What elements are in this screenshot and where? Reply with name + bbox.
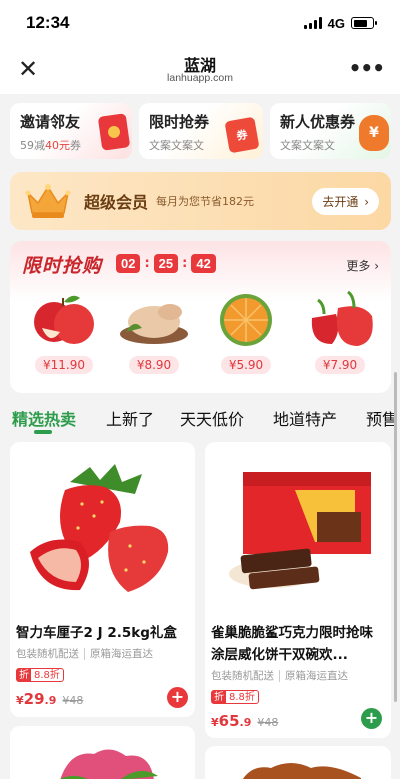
shipping-tag: 原箱海运直达 [279,670,348,682]
product-shipping-info: 包装随机配送 原箱海运直达 [211,668,348,683]
discount-badge: 折 8.8折 [211,690,259,704]
timer-hours: 02 [116,254,141,273]
vip-banner[interactable]: 超级会员 每月为您节省182元 去开通 › [10,172,391,230]
tab-daily-low-price[interactable]: 天天低价 [180,406,244,430]
scrollbar[interactable] [394,372,397,702]
status-bar: 12:34 4G [0,0,400,46]
product-card[interactable] [205,746,391,779]
timer-seconds: 42 [191,254,216,273]
product-name: 智力车厘子2 J 2.5kg礼盒 [16,625,177,641]
discount-value: 8.8折 [229,691,255,703]
flash-item-price: ¥11.90 [35,356,93,374]
flash-sale-section: 限时抢购 02 : 25 : 42 更多 › ¥11.90 ¥8.90 ¥5.9… [10,241,391,393]
vip-button-label: 去开通 [322,194,359,209]
discount-label: 折 [17,669,31,681]
product-price: ¥65.9 ¥48 [211,712,279,730]
signal-icon [303,17,322,29]
tab-local-specialty[interactable]: 地道特产 [273,406,337,430]
discount-value: 8.8折 [34,669,60,681]
network-type: 4G [327,15,345,31]
nav-bar: ✕ 蓝湖 lanhuapp.com ••• [0,46,400,94]
add-to-cart-button[interactable]: + [167,687,188,708]
vip-subtitle: 每月为您节省182元 [156,195,255,208]
money-bag-icon: ¥ [359,115,389,151]
original-price: ¥48 [62,694,84,707]
flash-item-apple[interactable]: ¥11.90 [24,288,104,374]
red-pepper-image [302,288,378,350]
rose-image [50,740,160,779]
promo-flash-coupon[interactable]: 限时抢券 文案文案文 券 [139,103,263,159]
timer-separator: : [182,256,188,271]
battery-level [353,19,367,27]
flash-item-pepper[interactable]: ¥7.90 [300,288,380,374]
product-card[interactable] [10,726,195,779]
flash-item-chicken[interactable]: ¥8.90 [114,288,194,374]
active-tab-indicator [34,430,52,434]
chicken-image [116,288,192,350]
flash-sale-more-link[interactable]: 更多 › [346,257,379,274]
promo-invite[interactable]: 邀请邻友 59减40元券 [10,103,132,159]
chevron-right-icon: › [364,194,369,209]
add-to-cart-button[interactable]: + [361,708,382,729]
shipping-tag: 包装随机配送 [211,670,274,682]
strawberry-image [10,442,195,612]
product-name: 雀巢脆脆鲨巧克力限时抢味涂层威化饼干双碗欢... [211,625,373,663]
flash-item-orange[interactable]: ¥5.90 [206,288,286,374]
promo-newcomer[interactable]: 新人优惠券 文案文案文 ¥ [270,103,391,159]
category-tabs: 精选热卖 上新了 天天低价 地道特产 预售 [0,398,400,434]
shipping-tag: 原箱海运直达 [84,648,153,660]
countdown-timer: 02 : 25 : 42 [116,254,216,273]
product-price: ¥29.9 ¥48 [16,690,84,708]
tab-new-arrivals[interactable]: 上新了 [106,406,154,430]
tab-featured[interactable]: 精选热卖 [12,406,76,430]
more-dots-icon[interactable]: ••• [349,56,385,80]
timer-separator: : [144,256,150,271]
discount-label: 折 [212,691,226,703]
product-card[interactable]: 雀巢脆脆鲨巧克力限时抢味涂层威化饼干双碗欢... 包装随机配送 原箱海运直达 折8… [205,442,391,738]
shipping-tag: 包装随机配送 [16,648,79,660]
vip-activate-button[interactable]: 去开通 › [312,187,379,215]
apple-image [26,288,102,350]
original-price: ¥48 [257,716,279,729]
flash-sale-title: 限时抢购 [22,255,103,277]
timer-minutes: 25 [153,254,179,273]
flash-item-price: ¥8.90 [128,356,180,374]
braised-meat-image [241,758,361,779]
status-time: 12:34 [26,13,70,32]
discount-badge: 折 8.8折 [16,668,64,682]
product-card[interactable]: 智力车厘子2 J 2.5kg礼盒 包装随机配送 原箱海运直达 折 8.8折 ¥29.… [10,442,195,717]
crown-icon [22,181,74,221]
chocolate-wafer-image [205,442,391,612]
product-shipping-info: 包装随机配送 原箱海运直达 [16,646,153,661]
flash-item-price: ¥7.90 [314,356,366,374]
flash-item-price: ¥5.90 [220,356,272,374]
chevron-right-icon: › [374,259,379,273]
coupon-ticket-icon: 券 [224,116,260,154]
page-domain: lanhuapp.com [167,72,233,84]
orange-image [208,288,284,350]
red-envelope-icon [97,113,131,151]
more-label: 更多 [346,259,371,273]
vip-title: 超级会员 [84,193,149,212]
status-indicators: 4G [303,15,377,31]
battery-icon [351,17,377,29]
